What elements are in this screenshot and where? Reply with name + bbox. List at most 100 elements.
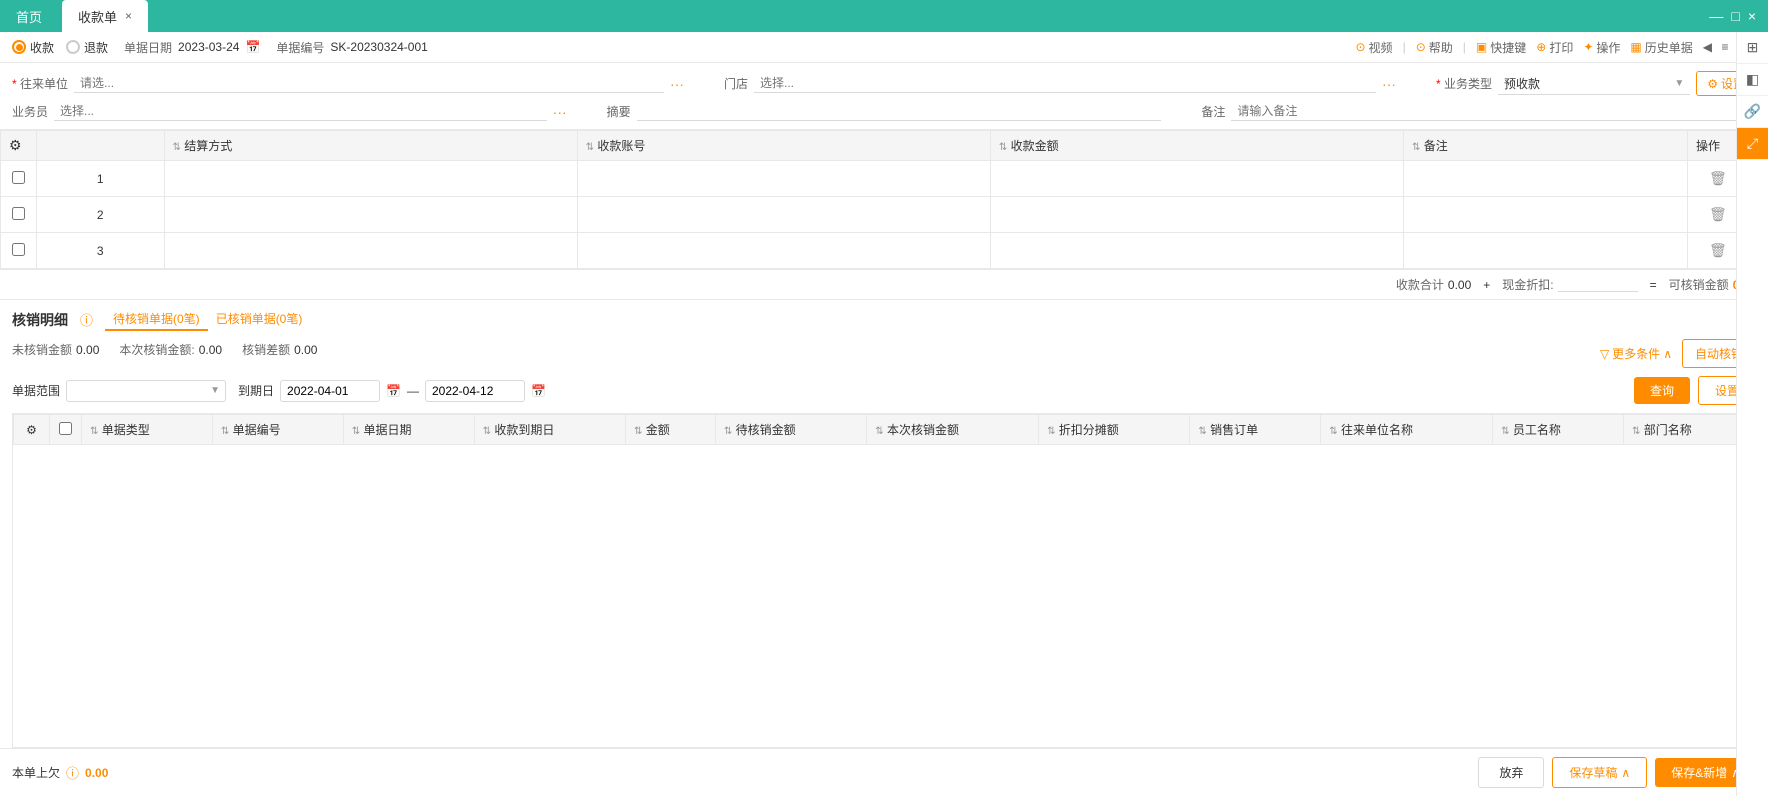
bench-value: 0.00	[85, 766, 108, 780]
row-checkbox[interactable]	[12, 171, 25, 184]
radio-receipt[interactable]: 收款	[12, 39, 54, 56]
form-section: 往来单位 ··· 门店 ··· 业务类型 预收款 ▼ ⚙ ⚙ 设置	[0, 63, 1768, 130]
doc-range-field: 单据范围 ▼	[12, 380, 226, 402]
remarks-input[interactable]	[1231, 102, 1756, 121]
window-close-icon[interactable]: ×	[1748, 8, 1756, 24]
due-date-from-input[interactable]	[280, 380, 380, 402]
th-payment-method-label: 结算方式	[184, 139, 232, 153]
nav-prev-icon[interactable]: ◀	[1703, 40, 1712, 54]
sidebar-expand-icon[interactable]: ⤢	[1737, 128, 1768, 160]
save-draft-arrow-icon[interactable]: ∧	[1621, 766, 1630, 780]
row-delete-icon[interactable]: 🗑	[1709, 170, 1727, 186]
total-label: 收款合计	[1396, 276, 1444, 293]
counterpart-more-icon[interactable]: ···	[670, 76, 684, 92]
row-remarks[interactable]	[1403, 197, 1687, 233]
tab-receipt-label: 收款单	[78, 7, 117, 26]
row-account-no[interactable]	[577, 197, 990, 233]
query-button[interactable]: 查询	[1634, 377, 1690, 404]
save-draft-button[interactable]: 保存草稿 ∧	[1552, 757, 1647, 788]
row-amount[interactable]	[990, 197, 1403, 233]
table-row: 1 🗑 ⧉	[1, 161, 1768, 197]
bth-单据编号: ⇅ 单据编号	[212, 415, 343, 445]
video-action[interactable]: ⊙ 视频	[1355, 39, 1392, 56]
bth-销售订单: ⇅ 销售订单	[1190, 415, 1321, 445]
row-delete-icon[interactable]: 🗑	[1709, 242, 1727, 258]
summary-input[interactable]	[637, 102, 1162, 121]
store-input[interactable]	[754, 74, 1376, 93]
bottom-table-wrap[interactable]: ⚙ ⇅ 单据类型⇅ 单据编号⇅ 单据日期⇅ 收款到期日⇅ 金额⇅ 待核销金额⇅ …	[12, 413, 1756, 748]
salesperson-more-icon[interactable]: ···	[553, 104, 567, 120]
tab-receipt[interactable]: 收款单 ×	[62, 0, 148, 32]
row-payment-method[interactable]	[164, 197, 577, 233]
bth-select-all[interactable]	[59, 422, 72, 435]
video-icon: ⊙	[1355, 40, 1365, 54]
calendar-icon[interactable]: 📅	[245, 40, 260, 54]
bth-checkbox[interactable]	[50, 415, 82, 445]
store-more-icon[interactable]: ···	[1382, 76, 1396, 92]
due-date-to-input[interactable]	[425, 380, 525, 402]
calendar-to-icon[interactable]: 📅	[531, 384, 546, 398]
more-conditions[interactable]: ▽ 更多条件 ∧	[1600, 345, 1672, 362]
sidebar-doc-icon[interactable]: ◧	[1737, 64, 1768, 96]
operations-action[interactable]: ✦ 操作	[1583, 39, 1620, 56]
row-checkbox[interactable]	[12, 243, 25, 256]
row-payment-method[interactable]	[164, 233, 577, 269]
bench-info-icon[interactable]: ⓘ	[66, 763, 79, 782]
row-remarks[interactable]	[1403, 233, 1687, 269]
writeoff-info-icon[interactable]: ⓘ	[80, 310, 93, 329]
collapse-icon[interactable]: —	[1709, 8, 1723, 24]
row-checkbox-cell[interactable]	[1, 197, 37, 233]
row-checkbox[interactable]	[12, 207, 25, 220]
help-action[interactable]: ⊙ 帮助	[1416, 39, 1453, 56]
biz-type-select[interactable]: 预收款 ▼	[1498, 73, 1690, 95]
remarks-field: 备注	[1201, 102, 1756, 121]
tab-pending[interactable]: 待核销单据(0笔)	[105, 308, 208, 331]
history-action[interactable]: ▦ 历史单据	[1630, 39, 1692, 56]
sidebar-attach-icon[interactable]: 🔗	[1737, 96, 1768, 128]
row-checkbox-cell[interactable]	[1, 161, 37, 197]
th-account-no-label: 收款账号	[597, 139, 645, 153]
counterpart-input[interactable]	[74, 74, 664, 93]
row-amount[interactable]	[990, 161, 1403, 197]
counterpart-label: 往来单位	[12, 75, 68, 92]
calendar-from-icon[interactable]: 📅	[386, 384, 401, 398]
discard-button[interactable]: 放弃	[1478, 757, 1544, 788]
bth-金额: ⇅ 金额	[625, 415, 715, 445]
bth-员工名称: ⇅ 员工名称	[1493, 415, 1624, 445]
row-delete-icon[interactable]: 🗑	[1709, 206, 1727, 222]
uncancelled-value: 0.00	[76, 343, 99, 357]
tab-home[interactable]: 首页	[0, 0, 58, 32]
shortcut-action[interactable]: ▣ 快捷键	[1476, 39, 1526, 56]
row-payment-method[interactable]	[164, 161, 577, 197]
print-label: 打印	[1549, 39, 1573, 56]
date-separator: —	[407, 384, 419, 398]
more-conditions-label: 更多条件	[1612, 345, 1660, 362]
restore-icon[interactable]: □	[1731, 8, 1739, 24]
bth-部门名称: ⇅ 部门名称	[1623, 415, 1754, 445]
radio-refund[interactable]: 退款	[66, 39, 108, 56]
tab-done[interactable]: 已核销单据(0笔)	[208, 308, 311, 331]
list-view-icon[interactable]: ≡	[1716, 38, 1734, 56]
tab-controls: — □ ×	[1709, 8, 1768, 24]
th-account-no: ⇅ 收款账号	[577, 131, 990, 161]
row-amount[interactable]	[990, 233, 1403, 269]
row-remarks[interactable]	[1403, 161, 1687, 197]
remarks-label: 备注	[1201, 103, 1225, 120]
discount-input[interactable]	[1558, 277, 1638, 292]
row-checkbox-cell[interactable]	[1, 233, 37, 269]
summary-field: 摘要	[607, 102, 1162, 121]
row-account-no[interactable]	[577, 161, 990, 197]
bth-gear[interactable]: ⚙	[14, 415, 50, 445]
filter-left: 单据范围 ▼ 到期日 📅 — 📅	[12, 380, 546, 402]
plus-sign: +	[1483, 278, 1490, 292]
doc-range-select[interactable]	[66, 380, 226, 402]
print-action[interactable]: ⊕ 打印	[1536, 39, 1573, 56]
tab-close-icon[interactable]: ×	[125, 9, 132, 23]
row-account-no[interactable]	[577, 233, 990, 269]
sidebar-table-icon[interactable]: ⊞	[1737, 32, 1768, 64]
bth-单据类型: ⇅ 单据类型	[82, 415, 213, 445]
help-icon: ⊙	[1416, 40, 1426, 54]
thistime-label: 本次核销金额:	[119, 341, 194, 358]
salesperson-input[interactable]	[54, 102, 547, 121]
th-gear[interactable]: ⚙	[1, 131, 37, 161]
